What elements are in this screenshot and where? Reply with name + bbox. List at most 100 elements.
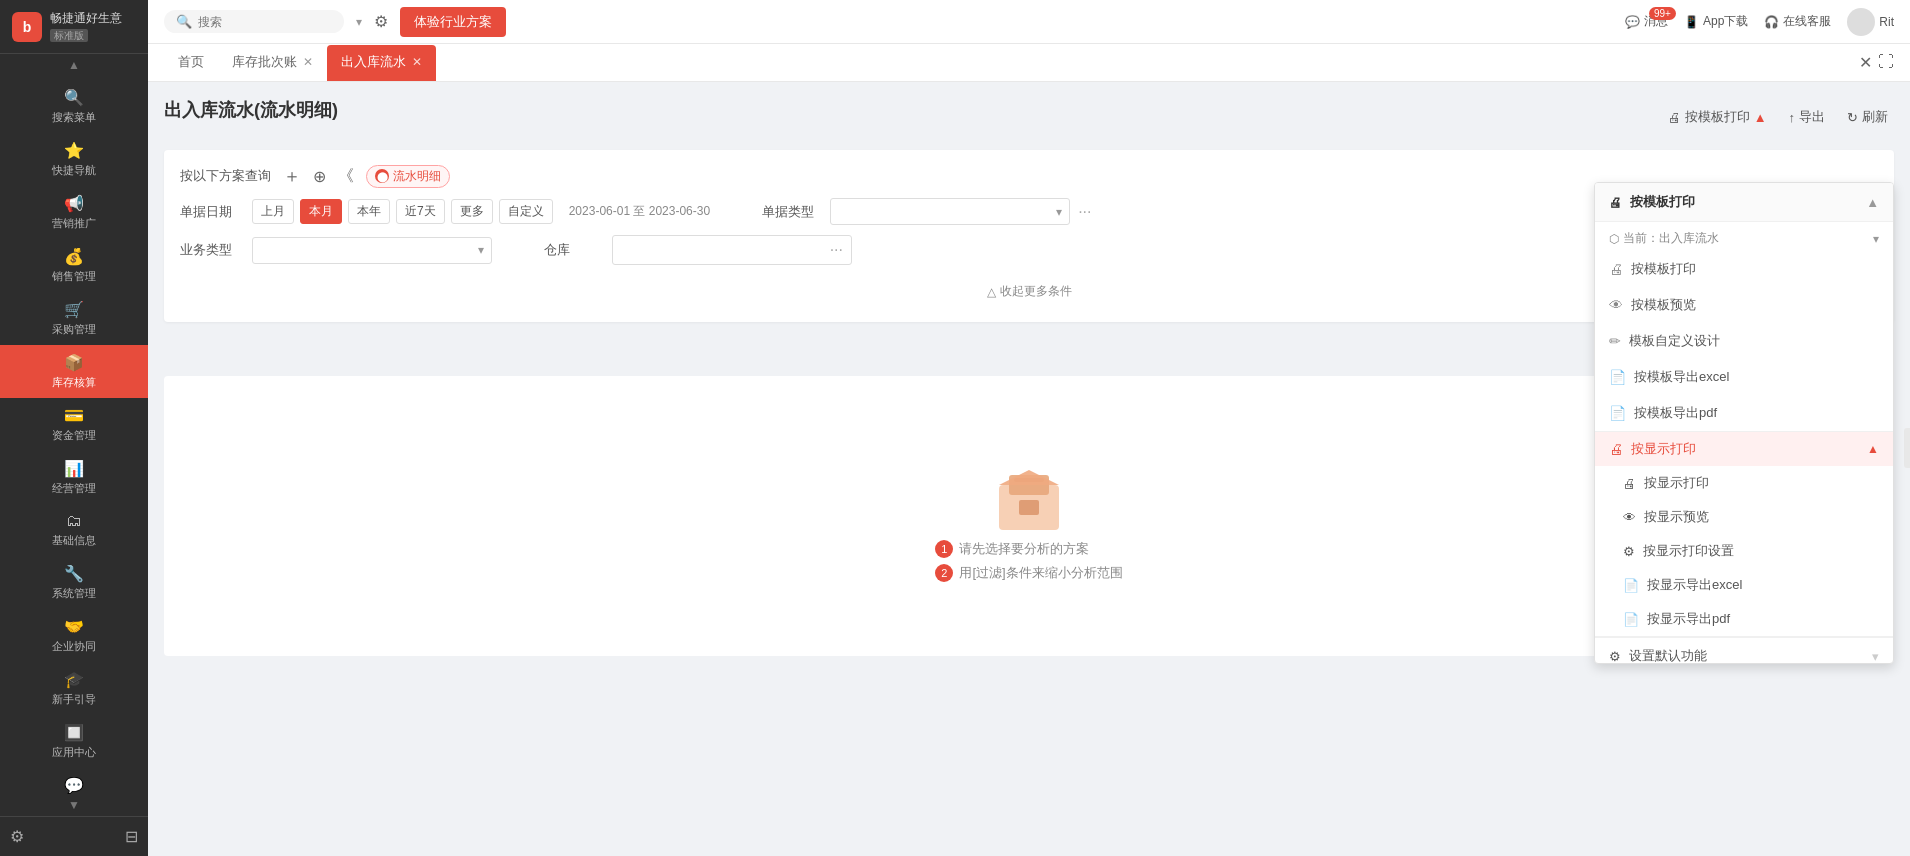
gear-icon-2: ⚙ bbox=[1623, 544, 1635, 559]
sidebar-item-system[interactable]: 🔧 系统管理 bbox=[0, 556, 148, 609]
dropdown-display-export-excel[interactable]: 📄 按显示导出excel bbox=[1595, 568, 1893, 602]
tab-home[interactable]: 首页 bbox=[164, 45, 218, 81]
sidebar-item-finance[interactable]: 💳 资金管理 bbox=[0, 398, 148, 451]
wrench-icon: 🔧 bbox=[64, 564, 84, 583]
print-template-btn[interactable]: 🖨 按模板打印 ▲ bbox=[1662, 104, 1773, 130]
card-icon: 💳 bbox=[64, 406, 84, 425]
sidebar-scroll-down[interactable]: ▼ bbox=[0, 794, 148, 816]
sidebar-item-inventory[interactable]: 📦 库存核算 bbox=[0, 345, 148, 398]
sidebar-item-marketing[interactable]: 📢 营销推广 bbox=[0, 186, 148, 239]
biz-type-select[interactable] bbox=[252, 237, 492, 264]
sidebar-item-guide[interactable]: 🎓 新手引导 bbox=[0, 662, 148, 715]
graduation-icon: 🎓 bbox=[64, 670, 84, 689]
doc-type-select[interactable] bbox=[830, 198, 1070, 225]
date-btn-more[interactable]: 更多 bbox=[451, 199, 493, 224]
filter-collapse-btn[interactable]: 《 bbox=[338, 166, 354, 187]
warehouse-filter: 仓库 ··· bbox=[544, 235, 852, 265]
sidebar-scroll-up[interactable]: ▲ bbox=[0, 54, 148, 76]
tab-batch-account[interactable]: 库存批次账 ✕ bbox=[218, 45, 327, 81]
sidebar-item-sales[interactable]: 💰 销售管理 bbox=[0, 239, 148, 292]
star-icon: ⭐ bbox=[64, 141, 84, 160]
dropdown-template-export-pdf[interactable]: 📄 按模板导出pdf bbox=[1595, 395, 1893, 431]
sidebar-item-wechat[interactable]: 💬 企业微信 bbox=[0, 768, 148, 794]
toggle-sidebar-icon[interactable]: ⊟ bbox=[125, 827, 138, 846]
sidebar-bottom: ⚙ ⊟ bbox=[0, 816, 148, 856]
dropdown-display-export-pdf[interactable]: 📄 按显示导出pdf bbox=[1595, 602, 1893, 636]
date-btn-custom[interactable]: 自定义 bbox=[499, 199, 553, 224]
chevron-up-icon: ▲ bbox=[1754, 110, 1767, 125]
chart-icon: 📊 bbox=[64, 459, 84, 478]
section-chevron-up-icon: ▲ bbox=[1867, 442, 1879, 456]
dropdown-panel-header: 🖨 按模板打印 ▲ bbox=[1595, 183, 1893, 222]
sidebar-item-basics[interactable]: 🗂 基础信息 bbox=[0, 504, 148, 556]
dropdown-display-preview[interactable]: 👁 按显示预览 bbox=[1595, 500, 1893, 534]
sidebar-item-quick-nav[interactable]: ⭐ 快捷导航 bbox=[0, 133, 148, 186]
sidebar-item-search[interactable]: 🔍 搜索菜单 bbox=[0, 80, 148, 133]
tag-icon: ⬤ bbox=[375, 169, 389, 183]
current-module-icon: ⬡ bbox=[1609, 232, 1619, 246]
expand-window-btn[interactable]: ⛶ bbox=[1878, 53, 1894, 72]
date-btn-this-year[interactable]: 本年 bbox=[348, 199, 390, 224]
message-btn[interactable]: 💬 消息 99+ bbox=[1625, 13, 1668, 30]
export-btn[interactable]: ↑ 导出 bbox=[1783, 104, 1832, 130]
filter-settings-btn[interactable]: ⊕ bbox=[313, 167, 326, 186]
gear-icon[interactable]: ⚙ bbox=[374, 12, 388, 31]
app-logo: b 畅捷通好生意 标准版 bbox=[0, 0, 148, 54]
money-icon: 💰 bbox=[64, 247, 84, 266]
doc-type-more-btn[interactable]: ··· bbox=[1078, 203, 1091, 221]
eye-icon-2: 👁 bbox=[1623, 510, 1636, 525]
sidebar-item-app-center[interactable]: 🔲 应用中心 bbox=[0, 715, 148, 768]
search-icon: 🔍 bbox=[64, 88, 84, 107]
sidebar-item-enterprise[interactable]: 🤝 企业协同 bbox=[0, 609, 148, 662]
date-btn-last-month[interactable]: 上月 bbox=[252, 199, 294, 224]
dropdown-display-print-settings[interactable]: ⚙ 按显示打印设置 bbox=[1595, 534, 1893, 568]
trial-button[interactable]: 体验行业方案 bbox=[400, 7, 506, 37]
app-download-btn[interactable]: 📱 App下载 bbox=[1684, 13, 1748, 30]
dropdown-template-preview[interactable]: 👁 按模板预览 bbox=[1595, 287, 1893, 323]
printer-icon: 🖨 bbox=[1668, 110, 1681, 125]
online-service-btn[interactable]: 🎧 在线客服 bbox=[1764, 13, 1831, 30]
dropdown-footer-settings[interactable]: ⚙ 设置默认功能 ▾ bbox=[1595, 637, 1893, 663]
page-top-actions: 🖨 按模板打印 ▲ ↑ 导出 ↻ 刷新 bbox=[1662, 104, 1894, 130]
settings-icon[interactable]: ⚙ bbox=[10, 827, 24, 846]
grid-icon: 🔲 bbox=[64, 723, 84, 742]
refresh-btn[interactable]: ↻ 刷新 bbox=[1841, 104, 1894, 130]
doc-type-select-wrapper bbox=[830, 198, 1070, 225]
warehouse-more-btn[interactable]: ··· bbox=[830, 241, 843, 259]
handshake-icon: 🤝 bbox=[64, 617, 84, 636]
search-input[interactable] bbox=[198, 15, 318, 29]
empty-step-1: 1 请先选择要分析的方案 bbox=[935, 540, 1089, 558]
close-window-btn[interactable]: ✕ bbox=[1859, 53, 1872, 72]
user-menu[interactable]: Rit bbox=[1847, 8, 1894, 36]
empty-step-2: 2 用[过滤]条件来缩小分析范围 bbox=[935, 564, 1122, 582]
dropdown-template-print[interactable]: 🖨 按模板打印 bbox=[1595, 251, 1893, 287]
export-icon: ↑ bbox=[1789, 110, 1796, 125]
main-area: 🔍 ▾ ⚙ 体验行业方案 💬 消息 99+ 📱 App下载 🎧 在线客服 bbox=[148, 0, 1910, 856]
tab-resize-btns: ✕ ⛶ bbox=[1859, 53, 1894, 72]
eye-icon-1: 👁 bbox=[1609, 297, 1623, 313]
chevron-down-icon: ▾ bbox=[356, 15, 362, 29]
date-btn-this-month[interactable]: 本月 bbox=[300, 199, 342, 224]
topbar-search-box[interactable]: 🔍 bbox=[164, 10, 344, 33]
refresh-icon: ↻ bbox=[1847, 110, 1858, 125]
chevron-up-icon[interactable]: ▲ bbox=[1866, 195, 1879, 210]
dropdown-template-custom[interactable]: ✏ 模板自定义设计 bbox=[1595, 323, 1893, 359]
message-icon: 💬 bbox=[1625, 15, 1640, 29]
dropdown-scrollable: 🖨 按模板打印 ▲ ⬡ 当前：出入库流水 ▾ 🖨 按模板打印 👁 按模板预览 bbox=[1595, 183, 1893, 663]
tab-in-out-flow[interactable]: 出入库流水 ✕ bbox=[327, 45, 436, 81]
date-btn-7days[interactable]: 近7天 bbox=[396, 199, 445, 224]
date-filter-label: 单据日期 bbox=[180, 203, 240, 221]
sidebar-item-operations[interactable]: 📊 经营管理 bbox=[0, 451, 148, 504]
filter-active-tag[interactable]: ⬤ 流水明细 bbox=[366, 165, 450, 188]
doc-type-label: 单据类型 bbox=[762, 203, 822, 221]
dropdown-template-export-excel[interactable]: 📄 按模板导出excel bbox=[1595, 359, 1893, 395]
topbar-dropdown[interactable]: ▾ bbox=[356, 15, 362, 29]
cart-icon: 🛒 bbox=[64, 300, 84, 319]
dropdown-display-print[interactable]: 🖨 按显示打印 bbox=[1595, 466, 1893, 500]
tab-close-in-out-flow[interactable]: ✕ bbox=[412, 55, 422, 69]
filter-add-btn[interactable]: ＋ bbox=[283, 164, 301, 188]
tab-close-batch-account[interactable]: ✕ bbox=[303, 55, 313, 69]
sidebar-item-purchase[interactable]: 🛒 采购管理 bbox=[0, 292, 148, 345]
dropdown-display-section-header[interactable]: 🖨 按显示打印 ▲ bbox=[1595, 432, 1893, 466]
right-edge-handle[interactable] bbox=[1904, 428, 1910, 468]
